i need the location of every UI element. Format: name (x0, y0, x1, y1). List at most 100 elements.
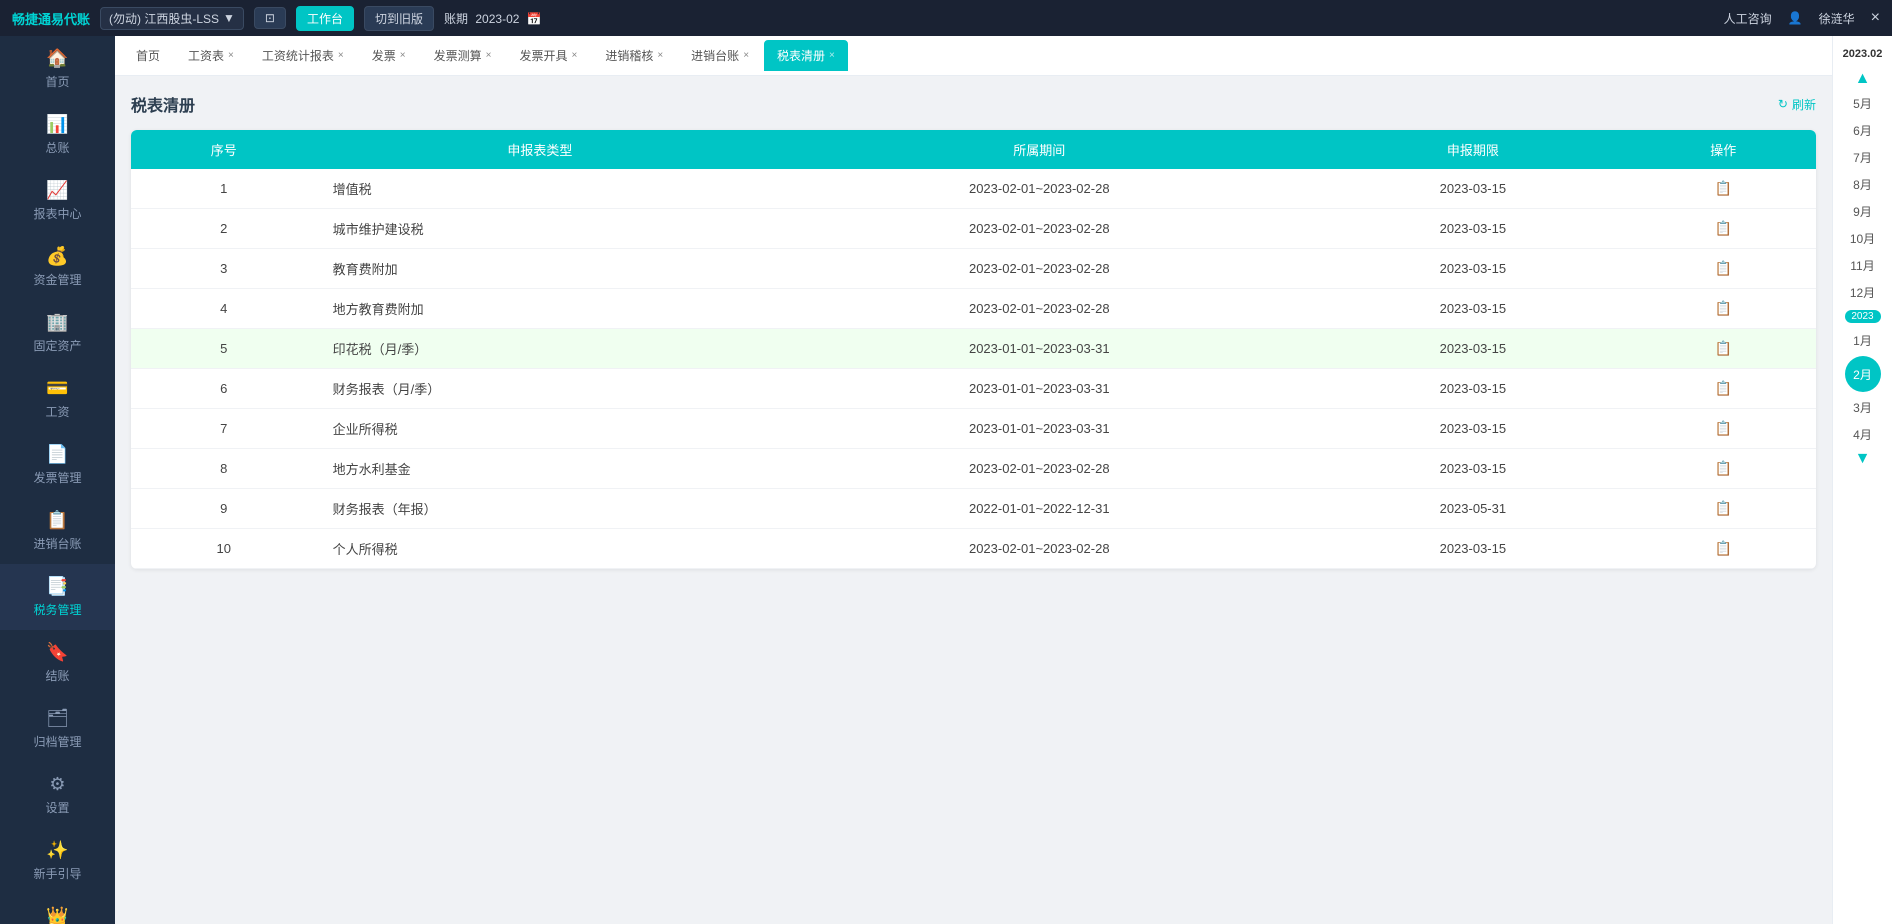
calendar-up-button[interactable]: ▲ (1853, 68, 1873, 90)
row-period: 2023-02-01~2023-02-28 (763, 169, 1315, 209)
company-selector[interactable]: (勿动) 江西股虫-LSS ▼ (100, 7, 244, 30)
tab-发票[interactable]: 发票 × (359, 40, 419, 71)
sidebar-item-invoice[interactable]: 📄 发票管理 (0, 432, 115, 498)
table-row: 8 地方水利基金 2023-02-01~2023-02-28 2023-03-1… (131, 449, 1816, 489)
row-no: 6 (131, 369, 317, 409)
tab-close-icon[interactable]: × (829, 50, 835, 61)
sidebar-item-home[interactable]: 🏠 首页 (0, 36, 115, 102)
file-icon[interactable]: 📋 (1714, 180, 1731, 196)
sidebar-item-guide[interactable]: ✨ 新手引导 (0, 828, 115, 894)
calendar-header: 2023.02 (1839, 44, 1887, 64)
sidebar-item-ledger[interactable]: 📊 总账 (0, 102, 115, 168)
tab-close-icon[interactable]: × (486, 50, 492, 61)
file-icon[interactable]: 📋 (1714, 420, 1731, 436)
refresh-icon: ↻ (1778, 97, 1788, 111)
workspace-button[interactable]: 工作台 (296, 6, 354, 31)
tab-进销台账[interactable]: 进销台账× (678, 40, 762, 71)
tab-税表清册[interactable]: 税表清册 × (764, 40, 848, 71)
cal-month-6月[interactable]: 6月 (1846, 117, 1879, 144)
tab-label: 进销稽核 (605, 47, 653, 64)
vip-icon: 👑 (46, 906, 68, 924)
tab-label: 工资表 (188, 47, 224, 64)
row-action[interactable]: 📋 (1630, 169, 1816, 209)
row-action[interactable]: 📋 (1630, 449, 1816, 489)
page-title: 税表清册 (131, 92, 195, 116)
close-window-button[interactable]: × (1871, 9, 1880, 27)
sidebar-item-purchase[interactable]: 📋 进销台账 (0, 498, 115, 564)
purchase-icon: 📋 (46, 510, 68, 531)
cal-month-10月[interactable]: 10月 (1846, 225, 1879, 252)
tab-close-icon[interactable]: × (400, 50, 406, 61)
row-action[interactable]: 📋 (1630, 329, 1816, 369)
cal-month-5月[interactable]: 5月 (1846, 90, 1879, 117)
tab-label: 首页 (136, 47, 160, 64)
consulting-button[interactable]: 人工咨询 (1724, 10, 1772, 27)
row-action[interactable]: 📋 (1630, 289, 1816, 329)
file-icon[interactable]: 📋 (1714, 220, 1731, 236)
file-icon[interactable]: 📋 (1714, 260, 1731, 276)
tab-close-icon[interactable]: × (228, 50, 234, 61)
sidebar-item-fund[interactable]: 💰 资金管理 (0, 234, 115, 300)
cal-month-1月[interactable]: 1月 (1845, 327, 1881, 354)
top-bar: 畅捷通易代账 (勿动) 江西股虫-LSS ▼ ⊡ 工作台 切到旧版 账期 202… (0, 0, 1892, 36)
tab-label: 工资统计报表 (262, 47, 334, 64)
tab-工资统计报表[interactable]: 工资统计报表 × (249, 40, 357, 71)
sidebar-item-label: 税务管理 (33, 601, 81, 618)
row-deadline: 2023-03-15 (1315, 289, 1630, 329)
cal-month-8月[interactable]: 8月 (1846, 171, 1879, 198)
main-layout: 🏠 首页📊 总账📈 报表中心💰 资金管理🏢 固定资产💳 工资📄 发票管理📋 进销 (0, 36, 1892, 924)
tab-工资表[interactable]: 工资表 × (175, 40, 247, 71)
sidebar-item-asset[interactable]: 🏢 固定资产 (0, 300, 115, 366)
row-action[interactable]: 📋 (1630, 249, 1816, 289)
cal-month-7月[interactable]: 7月 (1846, 144, 1879, 171)
cal-month-11月[interactable]: 11月 (1846, 252, 1879, 279)
row-action[interactable]: 📋 (1630, 489, 1816, 529)
sidebar-item-archive[interactable]: 🗂 归档管理 (0, 696, 115, 762)
file-icon[interactable]: 📋 (1714, 300, 1731, 316)
sidebar-item-settings[interactable]: ⚙ 设置 (0, 762, 115, 828)
tab-close-icon[interactable]: × (338, 50, 344, 61)
copy-button[interactable]: ⊡ (254, 7, 286, 29)
file-icon[interactable]: 📋 (1714, 500, 1731, 516)
sidebar-item-label: 发票管理 (33, 469, 81, 486)
sidebar-item-report[interactable]: 📈 报表中心 (0, 168, 115, 234)
sidebar-item-salary[interactable]: 💳 工资 (0, 366, 115, 432)
tab-发票开具[interactable]: 发票开具× (506, 40, 590, 71)
tab-首页[interactable]: 首页 (123, 40, 173, 71)
table-row: 7 企业所得税 2023-01-01~2023-03-31 2023-03-15… (131, 409, 1816, 449)
row-type: 城市维护建设税 (317, 209, 764, 249)
row-action[interactable]: 📋 (1630, 209, 1816, 249)
row-action[interactable]: 📋 (1630, 369, 1816, 409)
row-action[interactable]: 📋 (1630, 529, 1816, 569)
tab-close-icon[interactable]: × (657, 50, 663, 61)
file-icon[interactable]: 📋 (1714, 460, 1731, 476)
file-icon[interactable]: 📋 (1714, 540, 1731, 556)
tab-label: 税表清册 (777, 47, 825, 64)
cal-month-3月[interactable]: 3月 (1845, 394, 1881, 421)
refresh-button[interactable]: ↻ 刷新 (1778, 96, 1816, 113)
tab-close-icon[interactable]: × (743, 50, 749, 61)
sidebar-item-tax[interactable]: 📑 税务管理 (0, 564, 115, 630)
calendar-icon[interactable]: 📅 (527, 12, 542, 26)
file-icon[interactable]: 📋 (1714, 380, 1731, 396)
cal-month-4月[interactable]: 4月 (1845, 421, 1881, 448)
sidebar-item-label: 归档管理 (33, 733, 81, 750)
row-no: 1 (131, 169, 317, 209)
calendar-down-button[interactable]: ▼ (1853, 448, 1873, 470)
tab-发票测算[interactable]: 发票测算× (421, 40, 505, 71)
tax-table: 序号申报表类型所属期间申报期限操作 1 增值税 2023-02-01~2023-… (131, 130, 1816, 569)
tab-label: 发票 (372, 47, 396, 64)
tab-进销稽核[interactable]: 进销稽核 × (592, 40, 676, 71)
file-icon[interactable]: 📋 (1714, 340, 1731, 356)
app-logo: 畅捷通易代账 (12, 9, 90, 28)
table-row: 3 教育费附加 2023-02-01~2023-02-28 2023-03-15… (131, 249, 1816, 289)
cal-month-9月[interactable]: 9月 (1846, 198, 1879, 225)
sidebar-item-settlement[interactable]: 🔖 结账 (0, 630, 115, 696)
cal-month-12月[interactable]: 12月 (1846, 279, 1879, 306)
switch-old-button[interactable]: 切到旧版 (364, 6, 434, 31)
tab-close-icon[interactable]: × (571, 50, 577, 61)
cal-month-2月[interactable]: 2月 (1845, 356, 1881, 392)
row-action[interactable]: 📋 (1630, 409, 1816, 449)
sidebar-item-vip[interactable]: 👑 畅会员 (0, 894, 115, 924)
row-period: 2023-01-01~2023-03-31 (763, 369, 1315, 409)
